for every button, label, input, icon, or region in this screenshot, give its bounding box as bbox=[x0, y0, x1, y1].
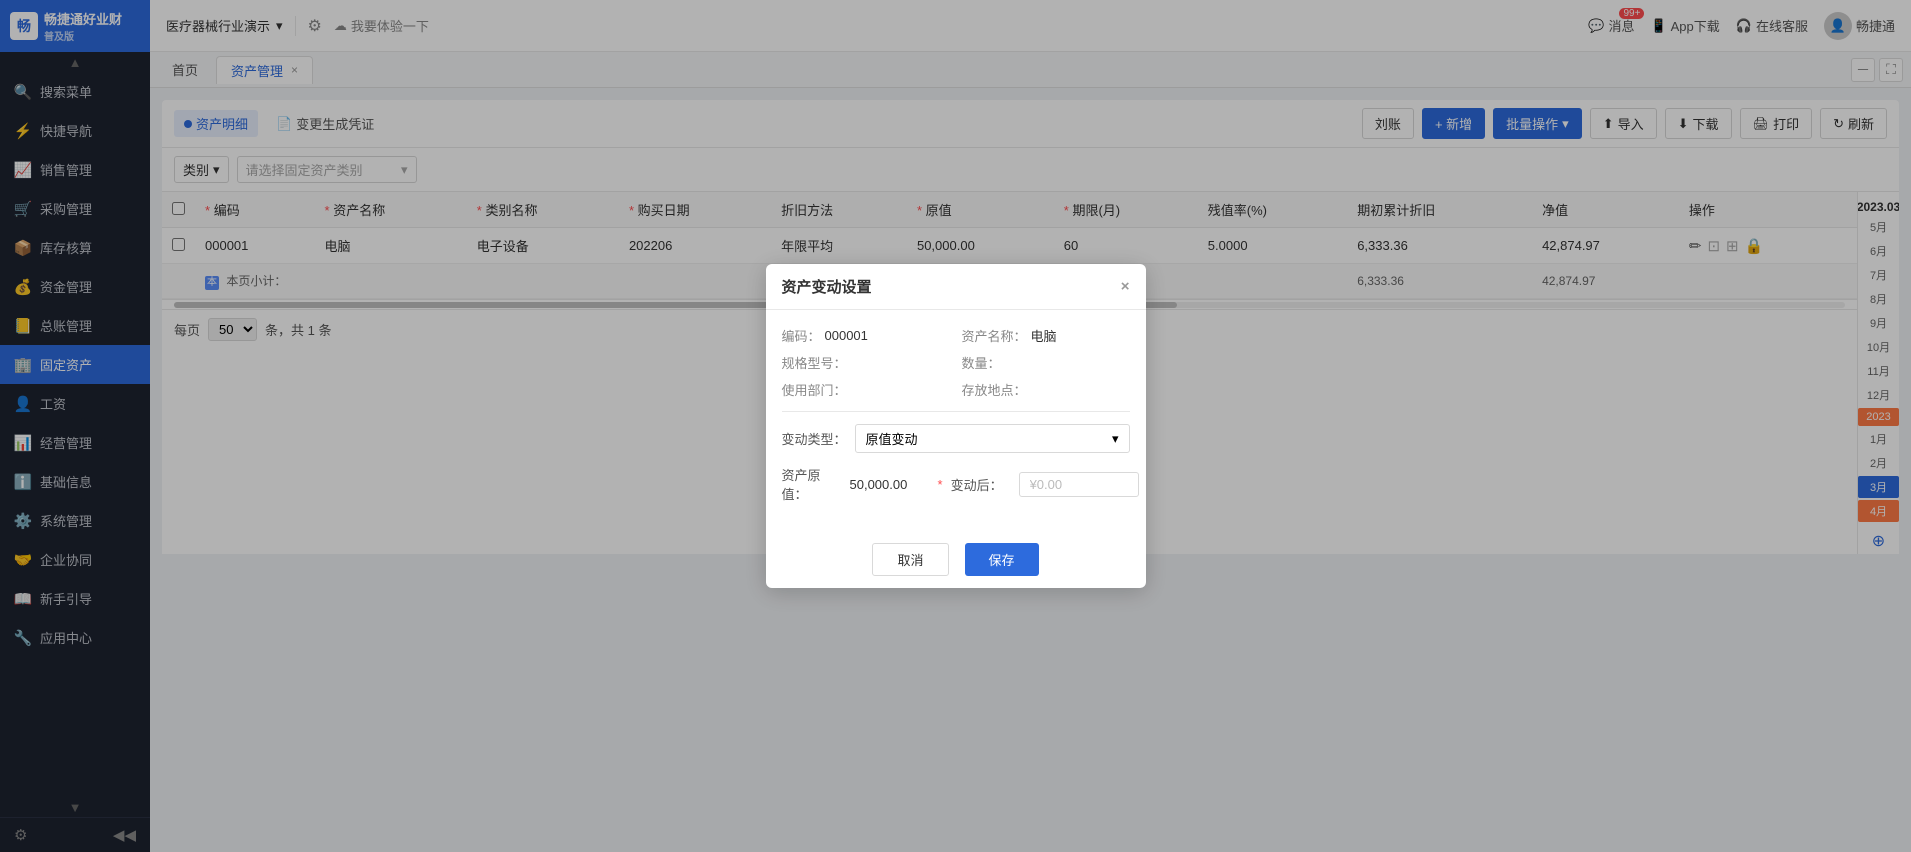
required-star: * bbox=[938, 477, 943, 492]
modal-footer: 取消 保存 bbox=[766, 531, 1146, 588]
modal-body: 编码： 000001 资产名称： 电脑 规格型号： 数量： 使用部门： bbox=[766, 310, 1146, 531]
change-type-select[interactable]: 原值变动 ▾ bbox=[855, 424, 1130, 453]
original-value-display: 50,000.00 bbox=[850, 477, 930, 492]
modal-overlay[interactable]: 资产变动设置 × 编码： 000001 资产名称： 电脑 规格型号： 数 bbox=[0, 0, 1911, 852]
change-type-field: 变动类型： 原值变动 ▾ bbox=[782, 424, 1130, 453]
modal-info-grid: 编码： 000001 资产名称： 电脑 规格型号： 数量： 使用部门： bbox=[782, 326, 1130, 412]
spec-label: 规格型号： bbox=[782, 353, 847, 372]
asset-name-value: 电脑 bbox=[1031, 326, 1057, 345]
change-type-label: 变动类型： bbox=[782, 429, 847, 448]
original-value-label: 资产原值： bbox=[782, 465, 842, 503]
code-label: 编码： bbox=[782, 326, 821, 345]
after-change-label: 变动后： bbox=[951, 475, 1011, 494]
asset-name-label: 资产名称： bbox=[962, 326, 1027, 345]
modal-spec-field: 规格型号： bbox=[782, 353, 950, 372]
change-type-dropdown-icon: ▾ bbox=[1112, 431, 1119, 447]
save-button[interactable]: 保存 bbox=[965, 543, 1039, 576]
code-value: 000001 bbox=[825, 328, 868, 343]
modal-name-field: 资产名称： 电脑 bbox=[962, 326, 1130, 345]
change-type-value: 原值变动 bbox=[866, 429, 918, 448]
modal-header: 资产变动设置 × bbox=[766, 264, 1146, 310]
value-change-field: 资产原值： 50,000.00 * 变动后： bbox=[782, 465, 1130, 503]
quantity-label: 数量： bbox=[962, 353, 1001, 372]
department-label: 使用部门： bbox=[782, 380, 847, 399]
modal-location-field: 存放地点： bbox=[962, 380, 1130, 399]
after-change-input[interactable] bbox=[1019, 472, 1139, 497]
modal-close-btn[interactable]: × bbox=[1121, 278, 1130, 295]
modal-quantity-field: 数量： bbox=[962, 353, 1130, 372]
modal-code-field: 编码： 000001 bbox=[782, 326, 950, 345]
modal-title: 资产变动设置 bbox=[782, 276, 872, 297]
modal-department-field: 使用部门： bbox=[782, 380, 950, 399]
asset-change-modal: 资产变动设置 × 编码： 000001 资产名称： 电脑 规格型号： 数 bbox=[766, 264, 1146, 588]
cancel-button[interactable]: 取消 bbox=[872, 543, 948, 576]
location-label: 存放地点： bbox=[962, 380, 1027, 399]
